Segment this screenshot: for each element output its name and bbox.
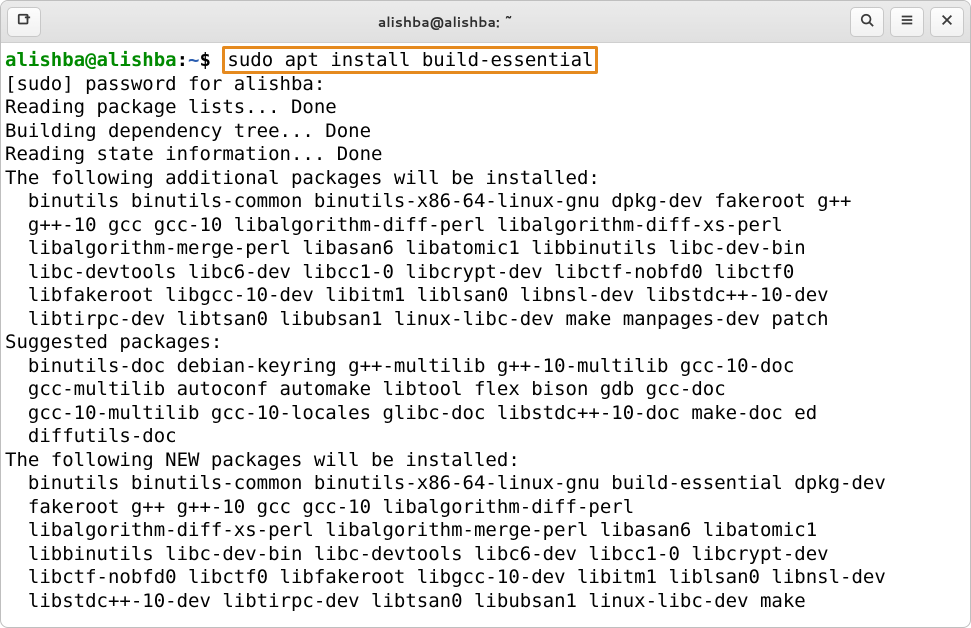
terminal-output-line: libalgorithm-diff-xs-perl libalgorithm-m… bbox=[5, 519, 966, 543]
terminal-output-line: libbinutils libc-dev-bin libc-devtools l… bbox=[5, 543, 966, 567]
terminal-output-line: Building dependency tree... Done bbox=[5, 120, 966, 144]
terminal-output-line: libtirpc-dev libtsan0 libubsan1 linux-li… bbox=[5, 308, 966, 332]
terminal-output-line: gcc-multilib autoconf automake libtool f… bbox=[5, 378, 966, 402]
terminal-output-line: g++-10 gcc gcc-10 libalgorithm-diff-perl… bbox=[5, 214, 966, 238]
new-tab-icon bbox=[17, 12, 31, 32]
terminal-output-line: gcc-10-multilib gcc-10-locales glibc-doc… bbox=[5, 402, 966, 426]
menu-button[interactable] bbox=[890, 7, 924, 37]
prompt-symbol: $ bbox=[200, 49, 211, 71]
search-button[interactable] bbox=[850, 7, 884, 37]
terminal-output-line: Reading package lists... Done bbox=[5, 96, 966, 120]
prompt-line: alishba@alishba:~$ sudo apt install buil… bbox=[5, 49, 966, 73]
window-title: alishba@alishba: ~ bbox=[41, 12, 850, 32]
terminal-output-line: Suggested packages: bbox=[5, 331, 966, 355]
terminal-output-line: libctf-nobfd0 libctf0 libfakeroot libgcc… bbox=[5, 566, 966, 590]
terminal-output-line: binutils binutils-common binutils-x86-64… bbox=[5, 190, 966, 214]
terminal-output-line: The following additional packages will b… bbox=[5, 167, 966, 191]
prompt-path: ~ bbox=[188, 49, 199, 71]
terminal-output-line: binutils binutils-common binutils-x86-64… bbox=[5, 472, 966, 496]
terminal-output-line: libc-devtools libc6-dev libcc1-0 libcryp… bbox=[5, 261, 966, 285]
titlebar: alishba@alishba: ~ bbox=[1, 1, 970, 43]
terminal-output-line: libalgorithm-merge-perl libasan6 libatom… bbox=[5, 237, 966, 261]
prompt-colon: : bbox=[177, 49, 188, 71]
terminal-output-line: The following NEW packages will be insta… bbox=[5, 449, 966, 473]
close-icon bbox=[940, 12, 954, 32]
new-tab-button[interactable] bbox=[7, 7, 41, 37]
menu-icon bbox=[900, 12, 914, 32]
close-button[interactable] bbox=[930, 7, 964, 37]
terminal-output-line: libstdc++-10-dev libtirpc-dev libtsan0 l… bbox=[5, 590, 966, 614]
search-icon bbox=[860, 12, 874, 32]
terminal-output-line: [sudo] password for alishba: bbox=[5, 73, 966, 97]
terminal-output-line: binutils-doc debian-keyring g++-multilib… bbox=[5, 355, 966, 379]
terminal-output-line: fakeroot g++ g++-10 gcc gcc-10 libalgori… bbox=[5, 496, 966, 520]
terminal-output-line: diffutils-doc bbox=[5, 425, 966, 449]
terminal-body[interactable]: alishba@alishba:~$ sudo apt install buil… bbox=[1, 43, 970, 627]
terminal-output-line: Reading state information... Done bbox=[5, 143, 966, 167]
command-highlight: sudo apt install build-essential bbox=[222, 46, 598, 74]
terminal-output-line: libfakeroot libgcc-10-dev libitm1 liblsa… bbox=[5, 284, 966, 308]
terminal-window: alishba@alishba: ~ alishba@alishba:~$ su… bbox=[0, 0, 971, 628]
prompt-userhost: alishba@alishba bbox=[5, 49, 177, 71]
